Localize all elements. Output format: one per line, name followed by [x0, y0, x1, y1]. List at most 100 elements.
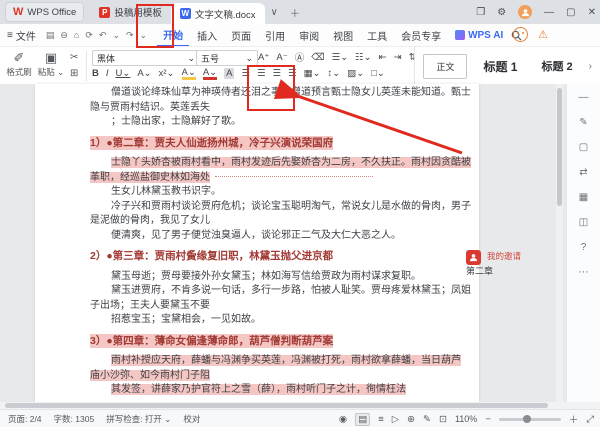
cut-icon[interactable]: ✂	[70, 52, 78, 63]
doc-paragraph[interactable]: 招惹宝玉；宝黛相会，一见如故。	[90, 313, 462, 328]
doc-paragraph[interactable]: 庙小沙弥、如今雨村门子阻	[90, 369, 462, 384]
clear-format-icon[interactable]: ⌫	[311, 52, 324, 63]
format-painter-button[interactable]: ✐ 格式刷	[4, 50, 34, 78]
ribbon-tab-工具[interactable]: 工具	[361, 25, 393, 46]
highlight-color-button[interactable]: A⌄	[181, 67, 196, 80]
tab-list-caret-icon[interactable]: ∨	[265, 7, 284, 18]
zoom-out-button[interactable]: −	[485, 414, 491, 425]
help-icon[interactable]: ?	[581, 242, 587, 253]
doc-paragraph[interactable]: 生女儿林黛玉教书识字。	[90, 185, 462, 200]
italic-button[interactable]: I	[106, 68, 109, 79]
horizontal-scrollbar-thumb[interactable]	[5, 403, 548, 408]
font-color-button[interactable]: A⌄	[202, 67, 218, 80]
horizontal-scrollbar[interactable]	[0, 402, 600, 409]
page-indicator[interactable]: 页面: 2/4	[8, 413, 42, 425]
doc-paragraph[interactable]: 黛玉进贾府，不肯多说一句话，多行一步路，怕被人耻笑。贾母疼爱林黛玉；凤姐	[90, 284, 471, 299]
feedback-smiley-icon[interactable]	[513, 27, 529, 42]
columns-icon[interactable]: ▦⌄	[304, 68, 321, 79]
doc-paragraph[interactable]: 黛玉母逝；贾母要接外孙女黛玉；林如海写信给贾政为雨村谋求复职。	[90, 270, 462, 285]
comment-bubble[interactable]: 我的邀请 第二章	[466, 250, 561, 277]
font-name-select[interactable]: 黑体 ⌄	[92, 50, 200, 66]
spellcheck-status[interactable]: 拼写检查: 打开 ⌄	[106, 413, 171, 425]
decrease-font-icon[interactable]: A⁻	[276, 52, 287, 63]
style-标题 1[interactable]: 标题 1	[475, 54, 525, 79]
doc-heading[interactable]: 3）●第四章：薄命女偏逢薄命郎，葫芦僧判断葫芦案	[90, 333, 462, 349]
file-menu-button[interactable]: ≡ 文件	[7, 28, 36, 43]
new-tab-button[interactable]: ＋	[284, 5, 306, 20]
ribbon-tab-页面[interactable]: 页面	[225, 25, 257, 46]
wps-ai-button[interactable]: WPS AI	[455, 30, 503, 41]
proofread-button[interactable]: 校对	[183, 413, 200, 425]
redo-icon[interactable]: ↷	[126, 30, 134, 41]
warning-icon[interactable]: ⚠	[538, 28, 548, 41]
style-正文[interactable]: 正文	[423, 53, 468, 79]
doc-paragraph[interactable]: 其发签，讲薛家乃护官符上之雪（薛），雨村听门子之计，徇情枉法	[90, 383, 462, 398]
document-text[interactable]: 僧道谈论绛珠仙草为神瑛侍者还泪之事。僧道预言甄士隐女儿英莲未能知道。甄士 隐与贾雨…	[90, 86, 471, 398]
doc-paragraph[interactable]: 便清爽，见了男子便觉浊臭逼人，谈论邪正二气及大仁大恶之人。	[90, 229, 462, 244]
sync-icon[interactable]: ⟳	[85, 30, 93, 41]
line-spacing-icon[interactable]: ↕⌄	[328, 68, 341, 79]
underline-button[interactable]: U⌄	[116, 68, 131, 79]
doc-heading[interactable]: 2）●第三章：贾雨村夤缘复旧职，林黛玉抛父进京都	[90, 249, 462, 264]
doc-paragraph[interactable]: 是泥做的骨肉，我见了女儿	[90, 214, 462, 229]
more-icon[interactable]: ⋯	[579, 267, 589, 278]
restore-layout-icon[interactable]: ❐	[476, 7, 485, 18]
ribbon-tab-视图[interactable]: 视图	[327, 25, 359, 46]
outline-view-icon[interactable]: ≡	[378, 414, 384, 425]
ribbon-tab-引用[interactable]: 引用	[259, 25, 291, 46]
align-right-icon[interactable]: ☰	[273, 68, 282, 79]
edit-pen-icon[interactable]: ✎	[579, 117, 587, 128]
share-icon[interactable]: ⇄	[579, 167, 587, 178]
number-list-icon[interactable]: ☷⌄	[355, 52, 371, 63]
increase-indent-icon[interactable]: ⇥	[394, 52, 402, 63]
print-icon[interactable]: ⊖	[60, 30, 68, 41]
ribbon-tab-审阅[interactable]: 审阅	[293, 25, 325, 46]
doc-paragraph[interactable]: 子出场；王夫人要黛玉不要	[90, 299, 462, 314]
ribbon-tab-插入[interactable]: 插入	[191, 25, 223, 46]
doc-paragraph[interactable]: 隐与贾雨村结识。英莲丢失	[90, 101, 462, 116]
character-shading-button[interactable]: A	[224, 68, 235, 79]
align-left-icon[interactable]: ☰	[241, 68, 250, 79]
select-tool-icon[interactable]: ▢	[579, 142, 588, 153]
doc-paragraph[interactable]: 革职，经巡盐御史林如海处	[90, 171, 462, 186]
document-tab-active[interactable]: W 文字文稿.docx	[170, 3, 265, 24]
styles-more-button[interactable]: ›	[589, 61, 598, 72]
strikethrough-button[interactable]: A⌄	[137, 68, 151, 79]
vertical-scrollbar-thumb[interactable]	[557, 88, 562, 206]
copy-icon[interactable]: ⊞	[70, 68, 78, 79]
bullet-list-icon[interactable]: ☰⌄	[332, 52, 348, 63]
font-size-select[interactable]: 五号 ⌄	[196, 50, 258, 66]
fullscreen-icon[interactable]: ⤢	[586, 414, 594, 425]
doc-paragraph[interactable]: 雨村补授应天府，薛蟠与冯渊争买英莲，冯渊被打死，雨村欲拿薛蟠，当日葫芦	[90, 354, 462, 369]
ribbon-tab-开始[interactable]: 开始	[157, 24, 190, 47]
calendar-icon[interactable]: ▦	[579, 192, 588, 203]
eye-protection-icon[interactable]: ◉	[339, 414, 347, 425]
zoom-level[interactable]: 110%	[455, 414, 477, 424]
decrease-indent-icon[interactable]: ⇤	[379, 52, 387, 63]
undo-caret-icon[interactable]: ⌄	[112, 30, 120, 41]
word-count[interactable]: 字数: 1305	[54, 413, 95, 425]
collapse-sidebar-icon[interactable]: —	[579, 92, 589, 103]
align-center-icon[interactable]: ☰	[257, 68, 266, 79]
doc-heading[interactable]: 1）●第二章：贾夫人仙逝扬州城，冷子兴演说荣国府	[90, 135, 462, 151]
vertical-scrollbar[interactable]	[556, 84, 563, 402]
close-button[interactable]: ✕	[588, 7, 596, 18]
zoom-slider-thumb[interactable]	[522, 414, 531, 423]
document-tab-template[interactable]: P 投稿用模板	[90, 1, 171, 23]
read-mode-icon[interactable]: ▷	[392, 414, 399, 425]
document-page[interactable]: 僧道谈论绛珠仙草为神瑛侍者还泪之事。僧道预言甄士隐女儿英莲未能知道。甄士 隐与贾雨…	[35, 84, 479, 402]
borders-icon[interactable]: □⌄	[371, 68, 385, 79]
paste-button[interactable]: ▣ 粘贴 ⌄	[36, 50, 66, 78]
doc-paragraph[interactable]: 冷子兴和贾雨村谈论贾府危机；谈论宝玉聪明淘气，常说女儿是水做的骨肉，男子	[90, 200, 471, 215]
web-view-icon[interactable]: ⊕	[407, 414, 415, 425]
doc-paragraph[interactable]: 士隐丫头娇杏被雨村看中，雨村发迹后先娶娇杏为二房，不久扶正。雨村因贪酷被	[90, 156, 471, 171]
superscript-button[interactable]: x²⌄	[159, 68, 175, 79]
doc-paragraph[interactable]: ；士隐出家，士隐解好了歌。	[90, 115, 462, 130]
apps-icon[interactable]: ◫	[579, 217, 588, 228]
preview-icon[interactable]: ⌂	[74, 30, 79, 40]
increase-font-icon[interactable]: A⁺	[258, 52, 269, 63]
text-effects-icon[interactable]: Ⓐ	[295, 50, 305, 64]
zoom-slider[interactable]	[498, 414, 561, 423]
redo-caret-icon[interactable]: ⌄	[140, 30, 148, 41]
maximize-button[interactable]: ▢	[566, 7, 575, 18]
